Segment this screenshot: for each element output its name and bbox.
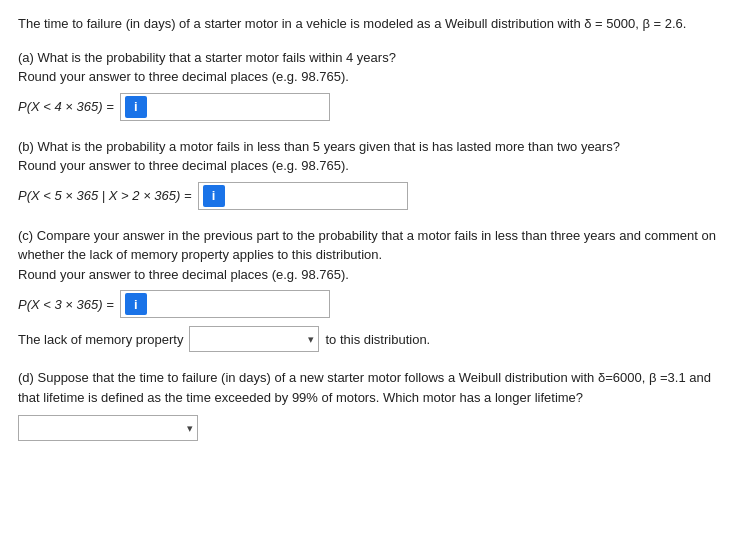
intro-text: The time to failure (in days) of a start… (18, 16, 686, 31)
part-a-answer-row: P(X < 4 × 365) = i (18, 93, 735, 121)
part-d-select[interactable]: Original motor New motor (18, 415, 198, 441)
part-a-input-container: i (120, 93, 330, 121)
section-c: (c) Compare your answer in the previous … (18, 226, 735, 353)
part-c-input[interactable] (151, 291, 329, 317)
part-d-question: (d) Suppose that the time to failure (in… (18, 368, 735, 407)
memory-property-row: The lack of memory property applies does… (18, 326, 735, 352)
part-b-math-label: P(X < 5 × 365 | X > 2 × 365) = (18, 188, 192, 203)
memory-select[interactable]: applies does not apply (189, 326, 319, 352)
part-a-q2: Round your answer to three decimal place… (18, 67, 735, 87)
part-a-math-label: P(X < 4 × 365) = (18, 99, 114, 114)
part-b-info-badge[interactable]: i (203, 185, 225, 207)
part-b-answer-row: P(X < 5 × 365 | X > 2 × 365) = i (18, 182, 735, 210)
part-d-q1: (d) Suppose that the time to failure (in… (18, 368, 735, 407)
part-c-answer-row: P(X < 3 × 365) = i (18, 290, 735, 318)
part-b-input-container: i (198, 182, 408, 210)
part-a-input[interactable] (151, 94, 329, 120)
section-d: (d) Suppose that the time to failure (in… (18, 368, 735, 441)
part-b-input[interactable] (229, 183, 407, 209)
part-c-q1: (c) Compare your answer in the previous … (18, 226, 735, 265)
memory-label: The lack of memory property (18, 332, 183, 347)
part-d-select-wrapper: Original motor New motor (18, 415, 198, 441)
part-b-question: (b) What is the probability a motor fail… (18, 137, 735, 176)
part-b-q1: (b) What is the probability a motor fail… (18, 137, 735, 157)
part-c-q2: Round your answer to three decimal place… (18, 265, 735, 285)
section-b: (b) What is the probability a motor fail… (18, 137, 735, 210)
problem-intro: The time to failure (in days) of a start… (18, 14, 735, 34)
part-d-answer-row: Original motor New motor (18, 415, 735, 441)
part-c-input-container: i (120, 290, 330, 318)
section-a: (a) What is the probability that a start… (18, 48, 735, 121)
part-c-info-badge[interactable]: i (125, 293, 147, 315)
part-a-q1: (a) What is the probability that a start… (18, 48, 735, 68)
memory-suffix: to this distribution. (325, 332, 430, 347)
part-c-question: (c) Compare your answer in the previous … (18, 226, 735, 285)
part-a-info-badge[interactable]: i (125, 96, 147, 118)
part-b-q2: Round your answer to three decimal place… (18, 156, 735, 176)
memory-select-wrapper: applies does not apply (189, 326, 319, 352)
part-c-math-label: P(X < 3 × 365) = (18, 297, 114, 312)
part-a-question: (a) What is the probability that a start… (18, 48, 735, 87)
